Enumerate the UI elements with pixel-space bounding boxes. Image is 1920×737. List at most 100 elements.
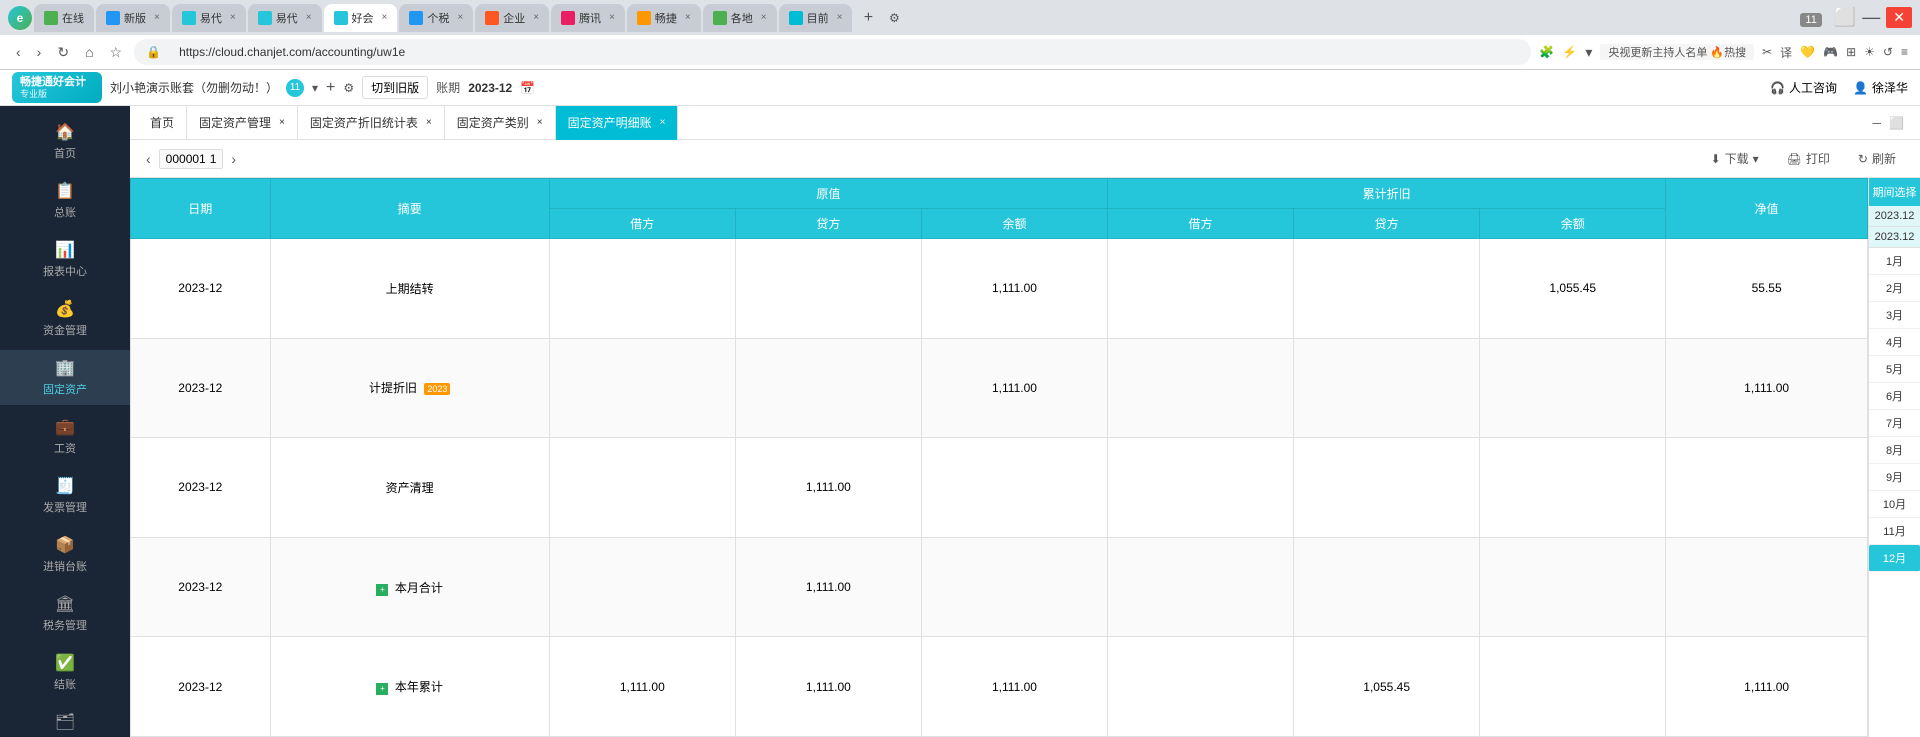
reload-button[interactable]: ↻ <box>53 42 73 63</box>
add-account-button[interactable]: + <box>326 79 335 97</box>
cut-version-button[interactable]: 切到旧版 <box>362 76 428 99</box>
download-button[interactable]: ⬇ 下载 ▾ <box>1703 146 1767 171</box>
close-detail[interactable]: × <box>660 117 666 128</box>
period-month-item[interactable]: 7月 <box>1869 410 1920 437</box>
tab-label-8: 腾讯 <box>579 10 601 26</box>
close-window-icon[interactable]: ✕ <box>1886 7 1912 28</box>
tab-settings-icon[interactable]: ⚙ <box>884 8 904 28</box>
dropdown-icon[interactable]: ▾ <box>1585 44 1592 61</box>
browser-tab-4[interactable]: 易代 × <box>248 4 322 32</box>
tab-icon-1 <box>44 11 58 25</box>
tab-close-9[interactable]: × <box>685 12 691 23</box>
extensions-icon[interactable]: 🧩 <box>1539 45 1554 59</box>
account-dropdown[interactable]: ▾ <box>312 81 318 95</box>
sidebar-item-funds[interactable]: 💰 资金管理 <box>0 291 130 346</box>
browser-tab-10[interactable]: 各地 × <box>703 4 777 32</box>
period-month-item[interactable]: 9月 <box>1869 464 1920 491</box>
history-icon[interactable]: ↺ <box>1883 45 1893 59</box>
cut-icon[interactable]: ✂ <box>1762 45 1772 59</box>
page-tab-category[interactable]: 固定资产类别 × <box>445 106 556 140</box>
reports-icon: 📊 <box>55 240 75 260</box>
sidebar-item-invoice[interactable]: 🧾 发票管理 <box>0 468 130 523</box>
browser-tab-6[interactable]: 个税 × <box>399 4 473 32</box>
maximize-page-icon[interactable]: ⬜ <box>1889 116 1904 130</box>
tab-close-7[interactable]: × <box>533 12 539 23</box>
tab-close-6[interactable]: × <box>457 12 463 23</box>
browser-tab-11[interactable]: 目前 × <box>779 4 853 32</box>
tab-close-2[interactable]: × <box>154 12 160 23</box>
forward-button[interactable]: › <box>33 42 46 62</box>
support-button[interactable]: 🎧 人工咨询 <box>1770 79 1837 96</box>
sidebar-item-reports[interactable]: 📊 报表中心 <box>0 232 130 287</box>
period-month-item[interactable]: 5月 <box>1869 356 1920 383</box>
sidebar-item-settlement[interactable]: ✅ 结账 <box>0 645 130 700</box>
browser-tab-7[interactable]: 企业 × <box>475 4 549 32</box>
sidebar-item-home[interactable]: 🏠 首页 <box>0 114 130 169</box>
sidebar-item-archive[interactable]: 🗂 归档管理 <box>0 704 130 737</box>
period-month-item[interactable]: 3月 <box>1869 302 1920 329</box>
browser-tab-5[interactable]: 好会 × <box>324 4 398 32</box>
theme-icon[interactable]: ☀ <box>1864 45 1875 59</box>
sidebar-item-fixed-assets[interactable]: 🏢 固定资产 <box>0 350 130 405</box>
page-tab-home[interactable]: 首页 <box>138 106 187 140</box>
period-month-item[interactable]: 6月 <box>1869 383 1920 410</box>
url-input[interactable] <box>167 40 1519 64</box>
month-list: 1月2月3月4月5月6月7月8月9月10月11月12月 <box>1869 248 1920 572</box>
page-tab-fixed-mgmt[interactable]: 固定资产管理 × <box>187 106 298 140</box>
period-month-item[interactable]: 12月 <box>1869 545 1920 572</box>
sidebar-item-salary[interactable]: 💼 工资 <box>0 409 130 464</box>
invoice-icon: 🧾 <box>55 476 75 496</box>
bookmark-button[interactable]: ☆ <box>106 42 127 63</box>
period-month-item[interactable]: 4月 <box>1869 329 1920 356</box>
wallet-icon[interactable]: 💛 <box>1800 45 1815 59</box>
page-tab-detail[interactable]: 固定资产明细账 × <box>556 106 679 140</box>
browser-tab-2[interactable]: 新版 × <box>96 4 170 32</box>
browser-tab-1[interactable]: 在线 <box>34 4 94 32</box>
menu-icon[interactable]: ≡ <box>1901 45 1908 59</box>
minimize-window-icon[interactable]: — <box>1862 7 1880 28</box>
period-month-item[interactable]: 8月 <box>1869 437 1920 464</box>
settings-icon[interactable]: ⚙ <box>343 81 354 95</box>
period-month-item[interactable]: 2月 <box>1869 275 1920 302</box>
tab-close-11[interactable]: × <box>837 12 843 23</box>
close-fixed-mgmt[interactable]: × <box>279 117 285 128</box>
browser-tab-3[interactable]: 易代 × <box>172 4 246 32</box>
address-field[interactable]: 🔒 <box>134 39 1531 65</box>
period-month-item[interactable]: 10月 <box>1869 491 1920 518</box>
print-button[interactable]: 🖨 打印 <box>1779 146 1838 171</box>
period-month-item[interactable]: 11月 <box>1869 518 1920 545</box>
settlement-icon: ✅ <box>55 653 75 673</box>
period-month-item[interactable]: 1月 <box>1869 248 1920 275</box>
translate-icon[interactable]: 译 <box>1780 44 1792 61</box>
page-tab-depreciation[interactable]: 固定资产折旧统计表 × <box>298 106 445 140</box>
lightning-icon[interactable]: ⚡ <box>1562 45 1577 59</box>
close-category[interactable]: × <box>537 117 543 128</box>
home-button[interactable]: ⌂ <box>81 42 97 62</box>
next-account-button[interactable]: › <box>231 151 236 167</box>
tab-close-10[interactable]: × <box>761 12 767 23</box>
browser-tab-9[interactable]: 畅捷 × <box>627 4 701 32</box>
tab-close-4[interactable]: × <box>306 12 312 23</box>
user-profile[interactable]: 👤 徐泽华 <box>1853 79 1908 96</box>
table-row: 2023-12 资产清理 1,111.00 <box>131 438 1868 538</box>
sidebar-item-ledger[interactable]: 📋 总账 <box>0 173 130 228</box>
prev-account-button[interactable]: ‹ <box>146 151 151 167</box>
sidebar-item-inventory[interactable]: 📦 进销台账 <box>0 527 130 582</box>
browser-logo-icon: e <box>8 6 32 30</box>
tab-close-5[interactable]: × <box>382 12 388 23</box>
refresh-button[interactable]: ↻ 刷新 <box>1850 146 1904 171</box>
tab-close-3[interactable]: × <box>230 12 236 23</box>
restore-window-icon[interactable]: ⬜ <box>1834 7 1856 28</box>
period-selected-year[interactable]: 2023.12 <box>1869 206 1920 227</box>
calendar-icon[interactable]: 📅 <box>520 81 535 95</box>
grid-icon[interactable]: ⊞ <box>1846 45 1856 59</box>
sidebar-item-tax[interactable]: 🏛 税务管理 <box>0 586 130 641</box>
close-depreciation[interactable]: × <box>426 117 432 128</box>
browser-tab-8[interactable]: 腾讯 × <box>551 4 625 32</box>
tab-close-8[interactable]: × <box>609 12 615 23</box>
back-button[interactable]: ‹ <box>12 42 25 62</box>
minimize-page-icon[interactable]: ─ <box>1873 116 1882 130</box>
new-tab-button[interactable]: + <box>854 4 882 32</box>
period-year-label[interactable]: 2023.12 <box>1869 227 1920 248</box>
game-icon[interactable]: 🎮 <box>1823 45 1838 59</box>
